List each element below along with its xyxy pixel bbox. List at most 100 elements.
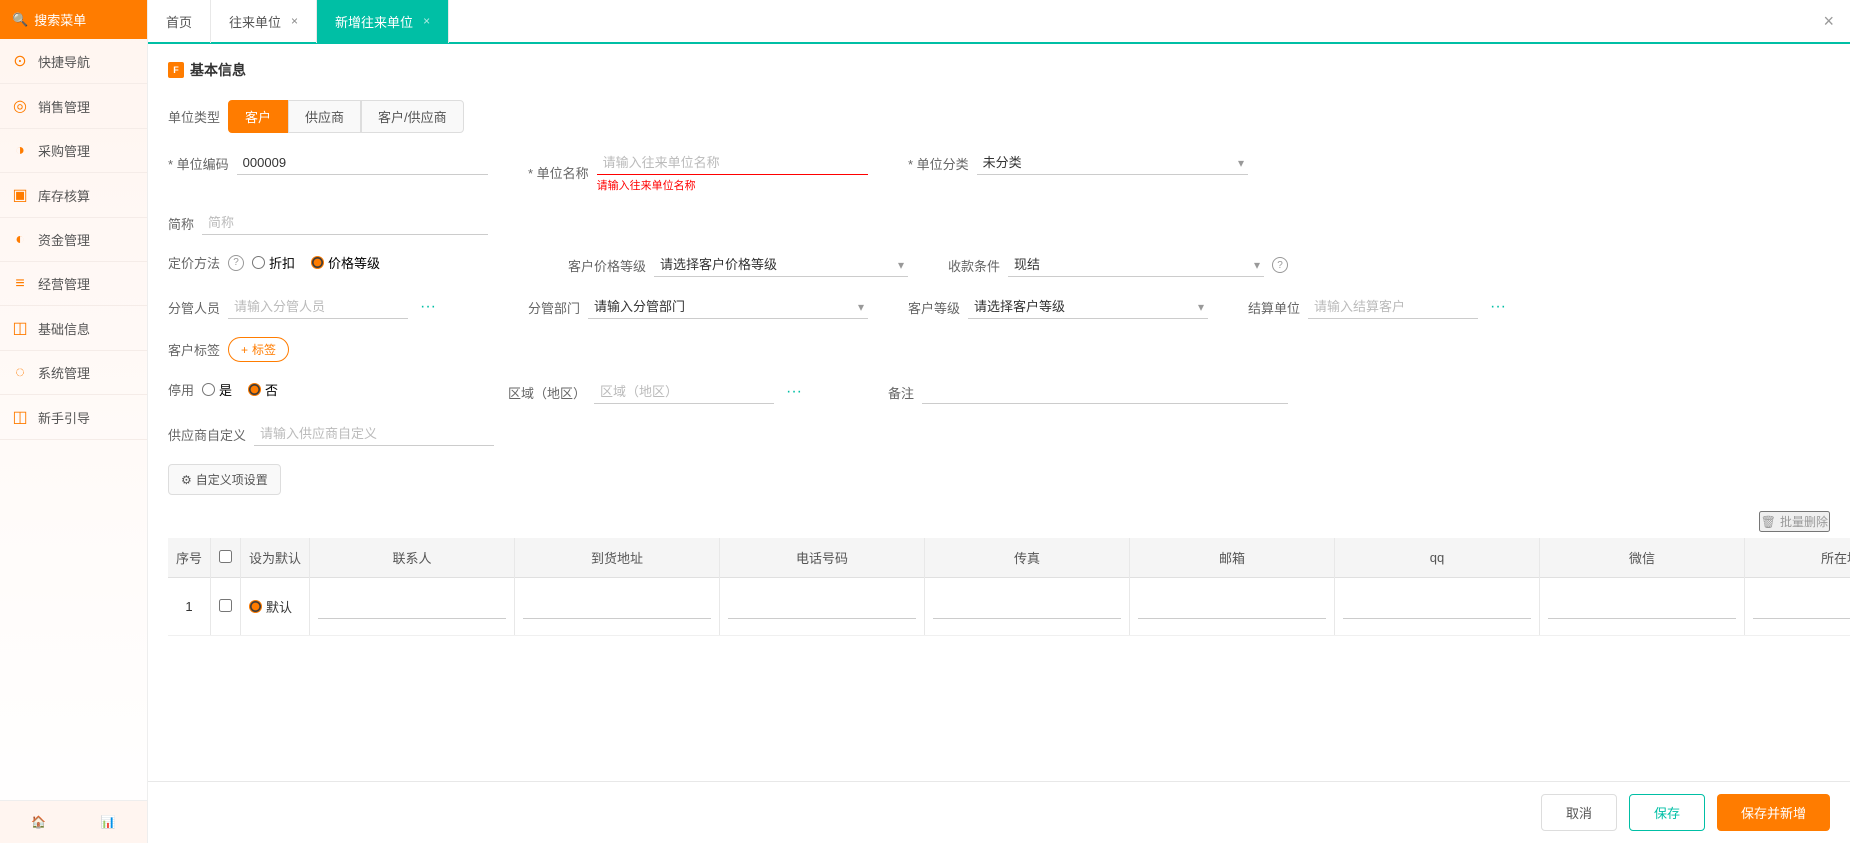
type-btn-customer[interactable]: 客户 bbox=[228, 100, 288, 133]
tab-counterparty-close[interactable]: × bbox=[291, 14, 298, 28]
customer-level-label: 客户等级 bbox=[908, 298, 960, 317]
unit-type-label: 单位类型 bbox=[168, 107, 220, 126]
default-radio[interactable]: 默认 bbox=[249, 597, 301, 616]
unit-category-select-wrapper: 未分类 bbox=[977, 151, 1248, 175]
cell-default: 默认 bbox=[241, 578, 310, 636]
unit-type-buttons: 客户 供应商 客户/供应商 bbox=[228, 100, 464, 133]
add-tag-button[interactable]: + 标签 bbox=[228, 337, 289, 362]
abbrev-input[interactable] bbox=[202, 211, 488, 235]
unit-code-input[interactable] bbox=[237, 151, 488, 175]
settlement-more-btn[interactable]: ··· bbox=[1486, 298, 1510, 316]
unit-name-input[interactable] bbox=[597, 151, 868, 175]
department-select[interactable]: 请输入分管部门 bbox=[588, 295, 868, 319]
tab-home[interactable]: 首页 bbox=[148, 0, 211, 43]
pricing-method-label: 定价方法 bbox=[168, 253, 220, 272]
settlement-label: 结算单位 bbox=[1248, 298, 1300, 317]
type-btn-both[interactable]: 客户/供应商 bbox=[361, 100, 464, 133]
fax-input[interactable] bbox=[933, 595, 1121, 619]
section-icon: F bbox=[168, 62, 184, 78]
qq-input[interactable] bbox=[1343, 595, 1531, 619]
tab-counterparty[interactable]: 往来单位 × bbox=[211, 0, 317, 43]
sidebar-item-sales[interactable]: ◎ 销售管理 bbox=[0, 84, 147, 129]
phone-input[interactable] bbox=[728, 595, 916, 619]
tags-row: 客户标签 + 标签 bbox=[168, 337, 1830, 362]
pricing-level-radio[interactable]: 价格等级 bbox=[311, 253, 380, 272]
payment-terms-help-icon[interactable]: ? bbox=[1272, 257, 1288, 273]
tab-new-counterparty-close[interactable]: × bbox=[423, 14, 430, 28]
supplier-custom-row: 供应商自定义 bbox=[168, 422, 1830, 446]
custom-settings-button[interactable]: ⚙ 自定义项设置 bbox=[168, 464, 281, 495]
customer-price-level-label: 客户价格等级 bbox=[568, 256, 646, 275]
type-btn-supplier[interactable]: 供应商 bbox=[288, 100, 361, 133]
region-cell-input[interactable] bbox=[1753, 595, 1850, 619]
sidebar-item-basic-info[interactable]: ◫ 基础信息 bbox=[0, 306, 147, 351]
unit-name-input-group: 请输入往来单位名称 bbox=[597, 151, 868, 193]
email-input[interactable] bbox=[1138, 595, 1326, 619]
pricing-help-icon[interactable]: ? bbox=[228, 255, 244, 271]
supplier-custom-input[interactable] bbox=[254, 422, 494, 446]
cell-address bbox=[515, 578, 720, 636]
home-btn[interactable]: 🏠 bbox=[8, 809, 70, 835]
col-wechat: 微信 bbox=[1540, 538, 1745, 578]
select-all-checkbox[interactable] bbox=[219, 550, 232, 563]
batch-delete-button[interactable]: 🗑 批量删除 bbox=[1759, 511, 1830, 532]
settlement-input[interactable] bbox=[1308, 295, 1478, 319]
unit-name-error: 请输入往来单位名称 bbox=[597, 177, 868, 193]
save-new-button[interactable]: 保存并新增 bbox=[1717, 794, 1830, 831]
unit-category-select[interactable]: 未分类 bbox=[977, 151, 1248, 175]
batch-delete-area: 🗑 批量删除 bbox=[168, 511, 1830, 532]
pricing-method-group: 定价方法 ? 折扣 价格等级 bbox=[168, 253, 528, 272]
customer-level-select[interactable]: 请选择客户等级 bbox=[968, 295, 1208, 319]
cell-wechat bbox=[1540, 578, 1745, 636]
supplier-custom-label: 供应商自定义 bbox=[168, 425, 246, 444]
customer-price-level-select[interactable]: 请选择客户价格等级 bbox=[654, 253, 908, 277]
abbrev-group: 简称 bbox=[168, 211, 488, 235]
tab-new-counterparty[interactable]: 新增往来单位 × bbox=[317, 0, 449, 43]
guide-icon: ◫ bbox=[10, 407, 30, 427]
sidebar-item-label: 库存核算 bbox=[38, 186, 90, 205]
table-row: 1 默认 bbox=[168, 578, 1850, 636]
cell-phone bbox=[720, 578, 925, 636]
manager-input[interactable] bbox=[228, 295, 408, 319]
cell-qq bbox=[1335, 578, 1540, 636]
inventory-icon: ▣ bbox=[10, 185, 30, 205]
basic-info-header: F 基本信息 bbox=[168, 60, 1830, 80]
region-more-btn[interactable]: ··· bbox=[782, 383, 806, 401]
sidebar-bottom: 🏠 📊 bbox=[0, 800, 147, 843]
contact-input[interactable] bbox=[318, 595, 506, 619]
department-group: 分管部门 请输入分管部门 bbox=[528, 295, 868, 319]
sidebar-item-operations[interactable]: ≡ 经营管理 bbox=[0, 262, 147, 306]
disabled-label: 停用 bbox=[168, 380, 194, 399]
wechat-input[interactable] bbox=[1548, 595, 1736, 619]
sidebar-item-label: 销售管理 bbox=[38, 97, 90, 116]
disabled-no-radio[interactable]: 否 bbox=[248, 380, 278, 399]
sidebar-item-guide[interactable]: ◫ 新手引导 bbox=[0, 395, 147, 440]
disabled-yes-radio[interactable]: 是 bbox=[202, 380, 232, 399]
sidebar-search[interactable]: 🔍 搜索菜单 bbox=[0, 0, 147, 39]
sidebar-item-inventory[interactable]: ▣ 库存核算 bbox=[0, 173, 147, 218]
address-input[interactable] bbox=[523, 595, 711, 619]
save-button[interactable]: 保存 bbox=[1629, 794, 1705, 831]
sidebar-item-purchase[interactable]: ◑ 采购管理 bbox=[0, 129, 147, 173]
sidebar-item-quick-nav[interactable]: ⊙ 快捷导航 bbox=[0, 39, 147, 84]
region-input[interactable] bbox=[594, 380, 774, 404]
basic-info-icon: ◫ bbox=[10, 318, 30, 338]
col-address: 到货地址 bbox=[515, 538, 720, 578]
sidebar-item-finance[interactable]: ◐ 资金管理 bbox=[0, 218, 147, 262]
settings-icon: ⚙ bbox=[181, 473, 192, 487]
cell-fax bbox=[925, 578, 1130, 636]
custom-settings-section: ⚙ 自定义项设置 bbox=[168, 464, 1830, 495]
cancel-button[interactable]: 取消 bbox=[1541, 794, 1617, 831]
sidebar-item-system[interactable]: ◌ 系统管理 bbox=[0, 351, 147, 395]
window-close-button[interactable]: × bbox=[1807, 0, 1850, 43]
stats-btn[interactable]: 📊 bbox=[78, 809, 140, 835]
payment-terms-select[interactable]: 现结 bbox=[1008, 253, 1264, 277]
remark-input[interactable] bbox=[922, 380, 1288, 404]
row-checkbox[interactable] bbox=[219, 599, 232, 612]
manager-more-btn[interactable]: ··· bbox=[416, 298, 440, 316]
customer-price-level-select-wrapper: 请选择客户价格等级 bbox=[654, 253, 908, 277]
sidebar-item-label: 系统管理 bbox=[38, 363, 90, 382]
disabled-row: 停用 是 否 区域（地区） ··· bbox=[168, 380, 1830, 404]
col-no: 序号 bbox=[168, 538, 211, 578]
pricing-discount-radio[interactable]: 折扣 bbox=[252, 253, 295, 272]
